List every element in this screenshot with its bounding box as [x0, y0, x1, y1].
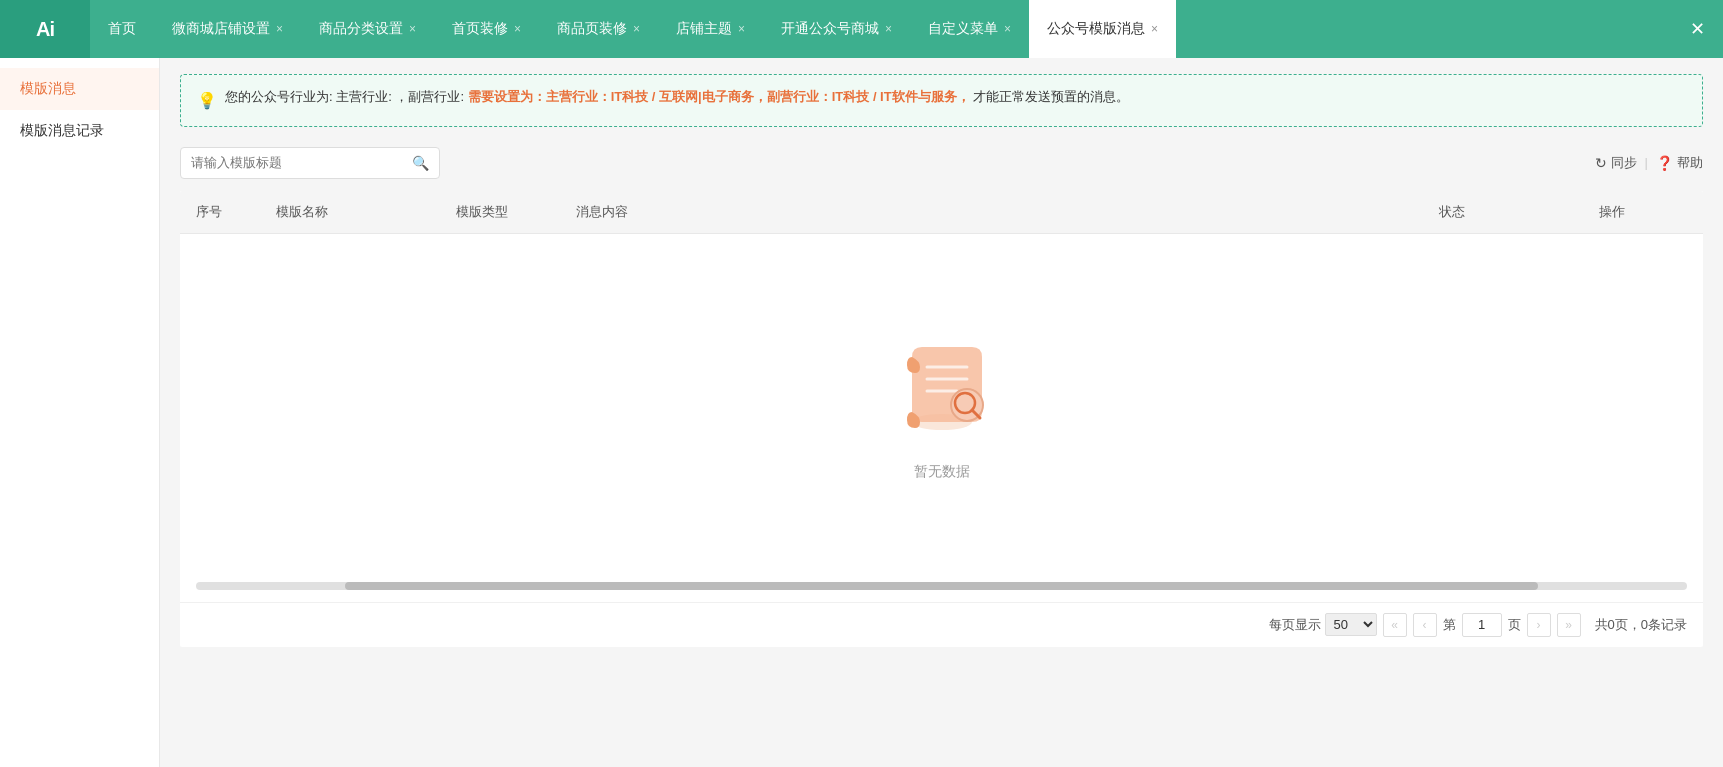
logo-text: Ai — [36, 18, 54, 41]
search-input-wrap: 🔍 — [180, 147, 440, 179]
tab-close-custom-menu[interactable]: × — [1004, 22, 1011, 36]
table-header: 序号模版名称模版类型消息内容状态操作 — [180, 191, 1703, 234]
first-page-button[interactable]: « — [1383, 613, 1407, 637]
toolbar-divider: | — [1645, 155, 1648, 170]
tab-item-home[interactable]: 首页 — [90, 0, 154, 58]
search-input[interactable] — [191, 155, 412, 170]
prev-page-button[interactable]: ‹ — [1413, 613, 1437, 637]
scrollbar-track — [196, 582, 1687, 590]
tab-close-shop-settings[interactable]: × — [276, 22, 283, 36]
tab-close-homepage-decor[interactable]: × — [514, 22, 521, 36]
sync-icon: ↻ — [1595, 155, 1607, 171]
next-page-button[interactable]: › — [1527, 613, 1551, 637]
scrollbar-area — [180, 582, 1703, 602]
tab-close-product-decor[interactable]: × — [633, 22, 640, 36]
search-icon[interactable]: 🔍 — [412, 155, 429, 171]
scrollbar-thumb[interactable] — [345, 582, 1538, 590]
table-header-content: 消息内容 — [560, 191, 1423, 233]
table-header-name: 模版名称 — [260, 191, 440, 233]
tab-item-shop-theme[interactable]: 店铺主题 × — [658, 0, 763, 58]
main-layout: 模版消息模版消息记录 💡 您的公众号行业为: 主营行业: ，副营行业: 需要设置… — [0, 58, 1723, 767]
pagination: 每页显示 102050100 « ‹ 第 页 › » 共0页，0条记录 — [180, 602, 1703, 647]
tab-item-homepage-decor[interactable]: 首页装修 × — [434, 0, 539, 58]
logo-tab: Ai — [0, 0, 90, 58]
table-body: 暂无数据 — [180, 234, 1703, 574]
table-header-status: 状态 — [1423, 191, 1583, 233]
page-size-label: 每页显示 — [1269, 616, 1321, 634]
empty-text: 暂无数据 — [914, 463, 970, 481]
page-size-wrap: 每页显示 102050100 — [1269, 613, 1377, 636]
empty-illustration — [882, 327, 1002, 447]
sidebar: 模版消息模版消息记录 — [0, 58, 160, 767]
table-header-index: 序号 — [180, 191, 260, 233]
table-header-action: 操作 — [1583, 191, 1703, 233]
tab-close-open-wechat-shop[interactable]: × — [885, 22, 892, 36]
page-label: 第 — [1443, 616, 1456, 634]
page-input[interactable] — [1462, 613, 1502, 637]
notice-highlight: 需要设置为：主营行业：IT科技 / 互联网|电子商务，副营行业：IT科技 / I… — [468, 89, 970, 104]
help-label: 帮助 — [1677, 154, 1703, 172]
tab-item-product-decor[interactable]: 商品页装修 × — [539, 0, 658, 58]
data-table: 序号模版名称模版类型消息内容状态操作 — [180, 191, 1703, 647]
sidebar-item-template-message-record[interactable]: 模版消息记录 — [0, 110, 159, 152]
sync-button[interactable]: ↻ 同步 — [1595, 154, 1637, 172]
sidebar-items: 模版消息模版消息记录 — [0, 68, 159, 152]
search-bar: 🔍 ↻ 同步 | ❓ 帮助 — [180, 147, 1703, 179]
tab-close-category-settings[interactable]: × — [409, 22, 416, 36]
global-close-button[interactable]: ✕ — [1672, 18, 1723, 40]
tab-item-category-settings[interactable]: 商品分类设置 × — [301, 0, 434, 58]
content-area: 💡 您的公众号行业为: 主营行业: ，副营行业: 需要设置为：主营行业：IT科技… — [160, 58, 1723, 767]
notice-banner: 💡 您的公众号行业为: 主营行业: ，副营行业: 需要设置为：主营行业：IT科技… — [180, 74, 1703, 127]
tab-item-template-message[interactable]: 公众号模版消息 × — [1029, 0, 1176, 58]
page-size-select[interactable]: 102050100 — [1325, 613, 1377, 636]
tab-close-shop-theme[interactable]: × — [738, 22, 745, 36]
empty-state: 暂无数据 — [882, 327, 1002, 481]
page-suffix: 页 — [1508, 616, 1521, 634]
notice-text: 您的公众号行业为: 主营行业: ，副营行业: 需要设置为：主营行业：IT科技 /… — [225, 87, 1129, 108]
total-info: 共0页，0条记录 — [1595, 616, 1687, 634]
tab-close-template-message[interactable]: × — [1151, 22, 1158, 36]
sync-label: 同步 — [1611, 154, 1637, 172]
last-page-button[interactable]: » — [1557, 613, 1581, 637]
tab-item-custom-menu[interactable]: 自定义菜单 × — [910, 0, 1029, 58]
help-button[interactable]: ❓ 帮助 — [1656, 154, 1703, 172]
sidebar-item-template-message[interactable]: 模版消息 — [0, 68, 159, 110]
tab-items: 首页微商城店铺设置 ×商品分类设置 ×首页装修 ×商品页装修 ×店铺主题 ×开通… — [90, 0, 1672, 58]
help-icon: ❓ — [1656, 155, 1673, 171]
table-header-type: 模版类型 — [440, 191, 560, 233]
tab-item-shop-settings[interactable]: 微商城店铺设置 × — [154, 0, 301, 58]
notice-icon: 💡 — [197, 88, 217, 114]
tab-item-open-wechat-shop[interactable]: 开通公众号商城 × — [763, 0, 910, 58]
toolbar-right: ↻ 同步 | ❓ 帮助 — [1595, 154, 1703, 172]
tab-bar: Ai 首页微商城店铺设置 ×商品分类设置 ×首页装修 ×商品页装修 ×店铺主题 … — [0, 0, 1723, 58]
